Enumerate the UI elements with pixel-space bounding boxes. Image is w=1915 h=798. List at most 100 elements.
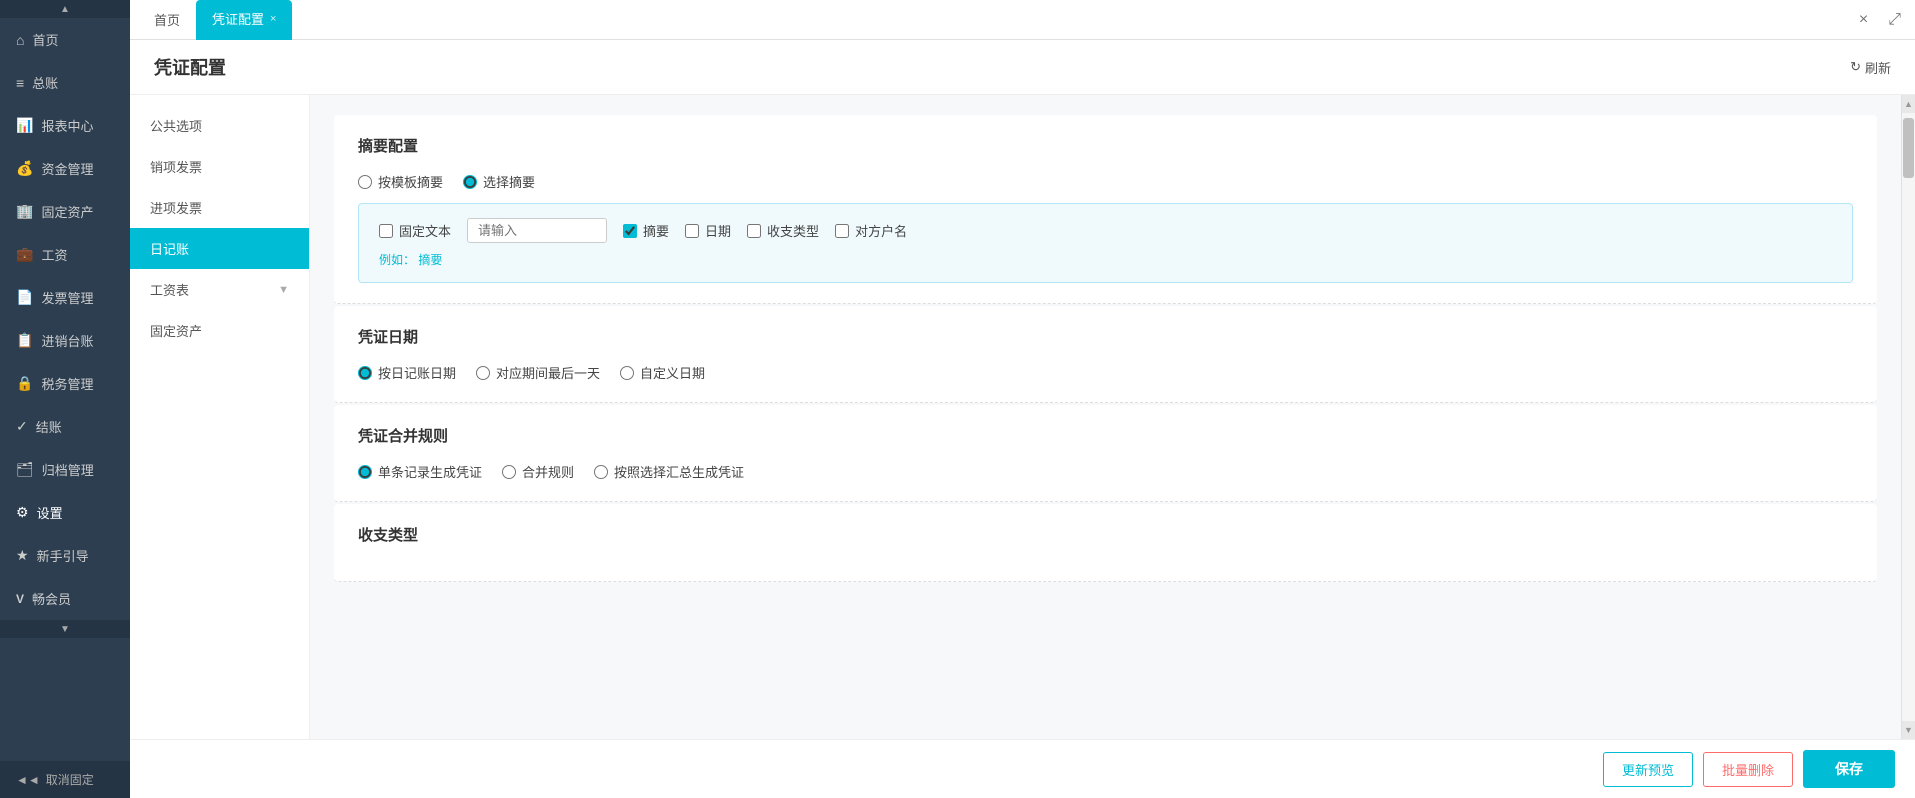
sidebar-scroll-down[interactable]: ▼: [0, 620, 130, 638]
radio-custom-date-label[interactable]: 自定义日期: [620, 363, 705, 382]
reports-icon: 📊: [16, 117, 33, 134]
merge-radio-group: 单条记录生成凭证 合并规则 按照选择汇总生成凭证: [358, 462, 1853, 481]
sidebar-item-salary[interactable]: 💼 工资: [0, 233, 130, 276]
funds-icon: 💰: [16, 160, 33, 177]
radio-journal-date-label[interactable]: 按日记账日期: [358, 363, 456, 382]
fixed-text-input[interactable]: [467, 218, 607, 243]
radio-select-merge-label[interactable]: 按照选择汇总生成凭证: [594, 462, 744, 481]
sidebar-item-tax[interactable]: 🔒 税务管理: [0, 362, 130, 405]
page-title: 凭证配置: [154, 54, 226, 80]
radio-single[interactable]: [358, 465, 372, 479]
sidebar: ▲ ⌂ 首页 ≡ 总账 📊 报表中心 💰 资金管理 🏢 固定资产 💼 工资 📄 …: [0, 0, 130, 798]
tab-bar: 首页 凭证配置 × × ⤢: [130, 0, 1915, 40]
tab-home[interactable]: 首页: [138, 0, 196, 40]
home-icon: ⌂: [16, 32, 24, 48]
page-header: 凭证配置 ↻ 刷新: [130, 40, 1915, 95]
tab-voucher-config[interactable]: 凭证配置 ×: [196, 0, 292, 40]
tab-actions: × ⤢: [1853, 9, 1907, 31]
radio-select-label[interactable]: 选择摘要: [463, 172, 535, 191]
save-button[interactable]: 保存: [1803, 750, 1895, 788]
radio-custom-date[interactable]: [620, 366, 634, 380]
content-layout: 公共选项 销项发票 进项发票 日记账 工资表 ▼ 固定资产: [130, 95, 1915, 739]
bottom-bar: 更新预览 批量删除 保存: [130, 739, 1915, 798]
sidebar-item-guide[interactable]: ★ 新手引导: [0, 534, 130, 577]
checkbox-fixed-text-label[interactable]: 固定文本: [379, 221, 451, 240]
sidebar-unpin-button[interactable]: ◄◄ 取消固定: [0, 761, 130, 798]
sidebar-item-purchase-sales[interactable]: 📋 进销台账: [0, 319, 130, 362]
checkbox-date[interactable]: [685, 224, 699, 238]
sidebar-item-home[interactable]: ⌂ 首页: [0, 18, 130, 61]
checkbox-income-expense-label[interactable]: 收支类型: [747, 221, 819, 240]
left-nav-item-purchase-invoice[interactable]: 进项发票: [130, 187, 309, 228]
sidebar-item-funds[interactable]: 💰 资金管理: [0, 147, 130, 190]
summary-config-box: 固定文本 摘要 日期: [358, 203, 1853, 283]
vip-icon: V: [16, 592, 24, 606]
radio-template[interactable]: [358, 175, 372, 189]
sidebar-item-fixed-assets[interactable]: 🏢 固定资产: [0, 190, 130, 233]
update-preview-button[interactable]: 更新预览: [1603, 752, 1693, 787]
outer-scroll-down-button[interactable]: ▼: [1902, 721, 1915, 739]
radio-merge-label[interactable]: 合并规则: [502, 462, 574, 481]
example-text: 例如： 摘要: [379, 251, 1832, 268]
checkbox-income-expense[interactable]: [747, 224, 761, 238]
settings-icon: ⚙: [16, 504, 29, 521]
salary-icon: 💼: [16, 246, 33, 263]
summary-section: 摘要配置 按模板摘要 选择摘要: [334, 115, 1877, 304]
left-nav-item-journal[interactable]: 日记账: [130, 228, 309, 269]
outer-scroll-up-button[interactable]: ▲: [1902, 95, 1915, 113]
radio-template-label[interactable]: 按模板摘要: [358, 172, 443, 191]
radio-select[interactable]: [463, 175, 477, 189]
merge-section: 凭证合并规则 单条记录生成凭证 合并规则: [334, 405, 1877, 502]
left-nav: 公共选项 销项发票 进项发票 日记账 工资表 ▼ 固定资产: [130, 95, 310, 739]
left-nav-item-payroll[interactable]: 工资表 ▼: [130, 269, 309, 310]
home-tab-label: 首页: [154, 10, 180, 29]
left-nav-item-public[interactable]: 公共选项: [130, 105, 309, 146]
radio-period-last-label[interactable]: 对应期间最后一天: [476, 363, 600, 382]
checkbox-date-label[interactable]: 日期: [685, 221, 731, 240]
summary-checkbox-row: 固定文本 摘要 日期: [379, 218, 1832, 243]
main-area: 首页 凭证配置 × × ⤢ 凭证配置 ↻ 刷新 公共选项: [130, 0, 1915, 798]
batch-delete-button[interactable]: 批量删除: [1703, 752, 1793, 787]
sidebar-item-closing[interactable]: ✓ 结账: [0, 405, 130, 448]
outer-scroll-thumb[interactable]: [1903, 118, 1914, 178]
left-nav-item-fixed-assets[interactable]: 固定资产: [130, 310, 309, 351]
income-expense-section: 收支类型: [334, 504, 1877, 582]
date-radio-group: 按日记账日期 对应期间最后一天 自定义日期: [358, 363, 1853, 382]
sidebar-item-settings[interactable]: ⚙ 设置: [0, 491, 130, 534]
unpin-icon: ◄◄: [16, 773, 40, 787]
radio-single-label[interactable]: 单条记录生成凭证: [358, 462, 482, 481]
outer-scroll-track: [1902, 113, 1915, 721]
chevron-down-icon: ▼: [278, 284, 289, 296]
merge-section-title: 凭证合并规则: [358, 425, 1853, 446]
checkbox-fixed-text[interactable]: [379, 224, 393, 238]
checkbox-summary[interactable]: [623, 224, 637, 238]
summary-section-title: 摘要配置: [358, 135, 1853, 156]
radio-select-merge[interactable]: [594, 465, 608, 479]
checkbox-counterpart[interactable]: [835, 224, 849, 238]
radio-journal-date[interactable]: [358, 366, 372, 380]
checkbox-counterpart-label[interactable]: 对方户名: [835, 221, 907, 240]
tab-close-button[interactable]: ×: [1853, 9, 1874, 31]
sidebar-item-ledger[interactable]: ≡ 总账: [0, 61, 130, 104]
date-section: 凭证日期 按日记账日期 对应期间最后一天: [334, 306, 1877, 403]
left-nav-item-sales-invoice[interactable]: 销项发票: [130, 146, 309, 187]
closing-icon: ✓: [16, 418, 28, 435]
checkbox-summary-label[interactable]: 摘要: [623, 221, 669, 240]
archive-icon: 🗂: [16, 461, 34, 478]
sidebar-scroll-up[interactable]: ▲: [0, 0, 130, 18]
tab-close-icon[interactable]: ×: [270, 13, 276, 25]
purchase-sales-icon: 📋: [16, 332, 33, 349]
tab-expand-button[interactable]: ⤢: [1882, 9, 1907, 31]
refresh-button[interactable]: ↻ 刷新: [1850, 58, 1891, 77]
right-content: 摘要配置 按模板摘要 选择摘要: [310, 95, 1901, 739]
sidebar-item-invoice[interactable]: 📄 发票管理: [0, 276, 130, 319]
income-expense-section-title: 收支类型: [358, 524, 1853, 545]
radio-merge[interactable]: [502, 465, 516, 479]
radio-period-last[interactable]: [476, 366, 490, 380]
outer-scrollbar: ▲ ▼: [1901, 95, 1915, 739]
sidebar-item-reports[interactable]: 📊 报表中心: [0, 104, 130, 147]
sidebar-item-vip[interactable]: V 畅会员: [0, 577, 130, 620]
fixed-assets-icon: 🏢: [16, 203, 33, 220]
page-content: 凭证配置 ↻ 刷新 公共选项 销项发票 进项发票 日记账: [130, 40, 1915, 798]
sidebar-item-archive[interactable]: 🗂 归档管理: [0, 448, 130, 491]
